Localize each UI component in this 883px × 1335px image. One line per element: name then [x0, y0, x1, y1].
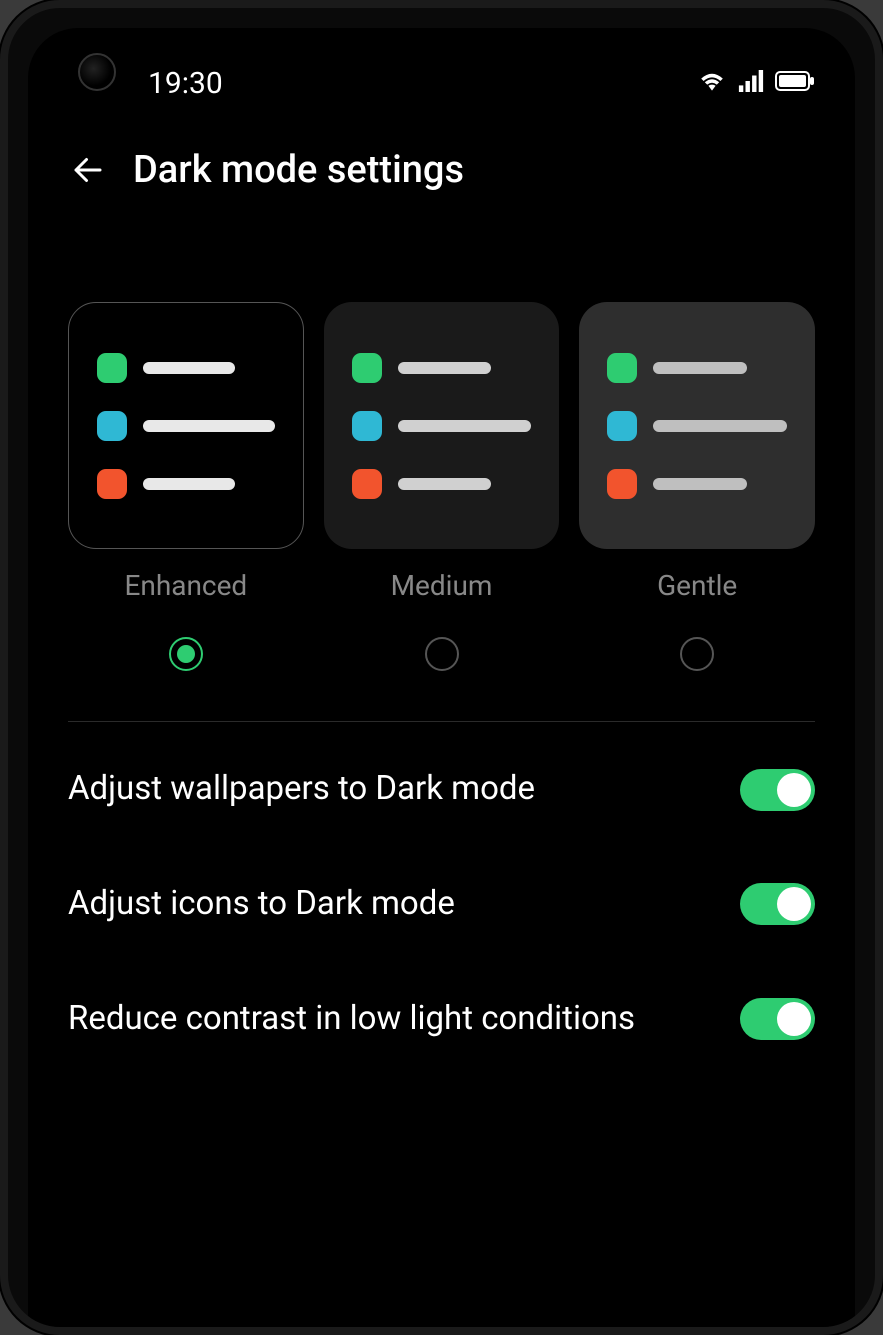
- chip-orange-icon: [352, 469, 382, 499]
- chip-green-icon: [352, 353, 382, 383]
- style-option-enhanced[interactable]: Enhanced: [68, 302, 304, 671]
- chip-blue-icon: [352, 411, 382, 441]
- header: Dark mode settings: [68, 118, 815, 202]
- radio-enhanced[interactable]: [169, 637, 203, 671]
- toggle-contrast[interactable]: [740, 998, 815, 1040]
- style-card-enhanced: [68, 302, 304, 549]
- card-row: [352, 469, 532, 499]
- toggle-knob: [777, 887, 811, 921]
- screen: 19:30 Dark mode settings: [28, 28, 855, 1327]
- radio-gentle[interactable]: [680, 637, 714, 671]
- front-camera: [78, 53, 116, 91]
- setting-row-icons[interactable]: Adjust icons to Dark mode: [68, 847, 815, 962]
- setting-row-wallpapers[interactable]: Adjust wallpapers to Dark mode: [68, 732, 815, 847]
- back-button[interactable]: [68, 150, 108, 190]
- chip-blue-icon: [97, 411, 127, 441]
- setting-label: Adjust wallpapers to Dark mode: [68, 767, 710, 812]
- style-label: Medium: [391, 569, 493, 602]
- toggle-knob: [777, 1002, 811, 1036]
- style-label: Enhanced: [124, 569, 247, 602]
- wifi-icon: [697, 69, 727, 97]
- setting-label: Reduce contrast in low light conditions: [68, 997, 710, 1042]
- card-row: [97, 469, 275, 499]
- status-time: 19:30: [148, 66, 223, 101]
- style-label: Gentle: [657, 569, 737, 602]
- toggle-wallpapers[interactable]: [740, 769, 815, 811]
- signal-icon: [737, 70, 765, 96]
- style-option-medium[interactable]: Medium: [324, 302, 560, 671]
- chip-orange-icon: [97, 469, 127, 499]
- chip-green-icon: [97, 353, 127, 383]
- chip-green-icon: [607, 353, 637, 383]
- phone-frame: 19:30 Dark mode settings: [0, 0, 883, 1335]
- style-options: Enhanced: [68, 302, 815, 671]
- style-card-gentle: [579, 302, 815, 549]
- status-bar: 19:30: [68, 28, 815, 118]
- battery-icon: [775, 70, 815, 96]
- style-card-medium: [324, 302, 560, 549]
- card-row: [352, 411, 532, 441]
- card-row: [607, 469, 787, 499]
- chip-blue-icon: [607, 411, 637, 441]
- card-row: [97, 411, 275, 441]
- setting-row-contrast[interactable]: Reduce contrast in low light conditions: [68, 962, 815, 1077]
- card-row: [607, 353, 787, 383]
- card-row: [607, 411, 787, 441]
- toggle-icons[interactable]: [740, 883, 815, 925]
- status-icons: [697, 69, 815, 97]
- setting-label: Adjust icons to Dark mode: [68, 882, 710, 927]
- card-row: [97, 353, 275, 383]
- page-title: Dark mode settings: [133, 148, 464, 192]
- chip-orange-icon: [607, 469, 637, 499]
- style-option-gentle[interactable]: Gentle: [579, 302, 815, 671]
- card-row: [352, 353, 532, 383]
- divider: [68, 721, 815, 722]
- arrow-left-icon: [70, 152, 106, 188]
- toggle-knob: [777, 773, 811, 807]
- radio-medium[interactable]: [425, 637, 459, 671]
